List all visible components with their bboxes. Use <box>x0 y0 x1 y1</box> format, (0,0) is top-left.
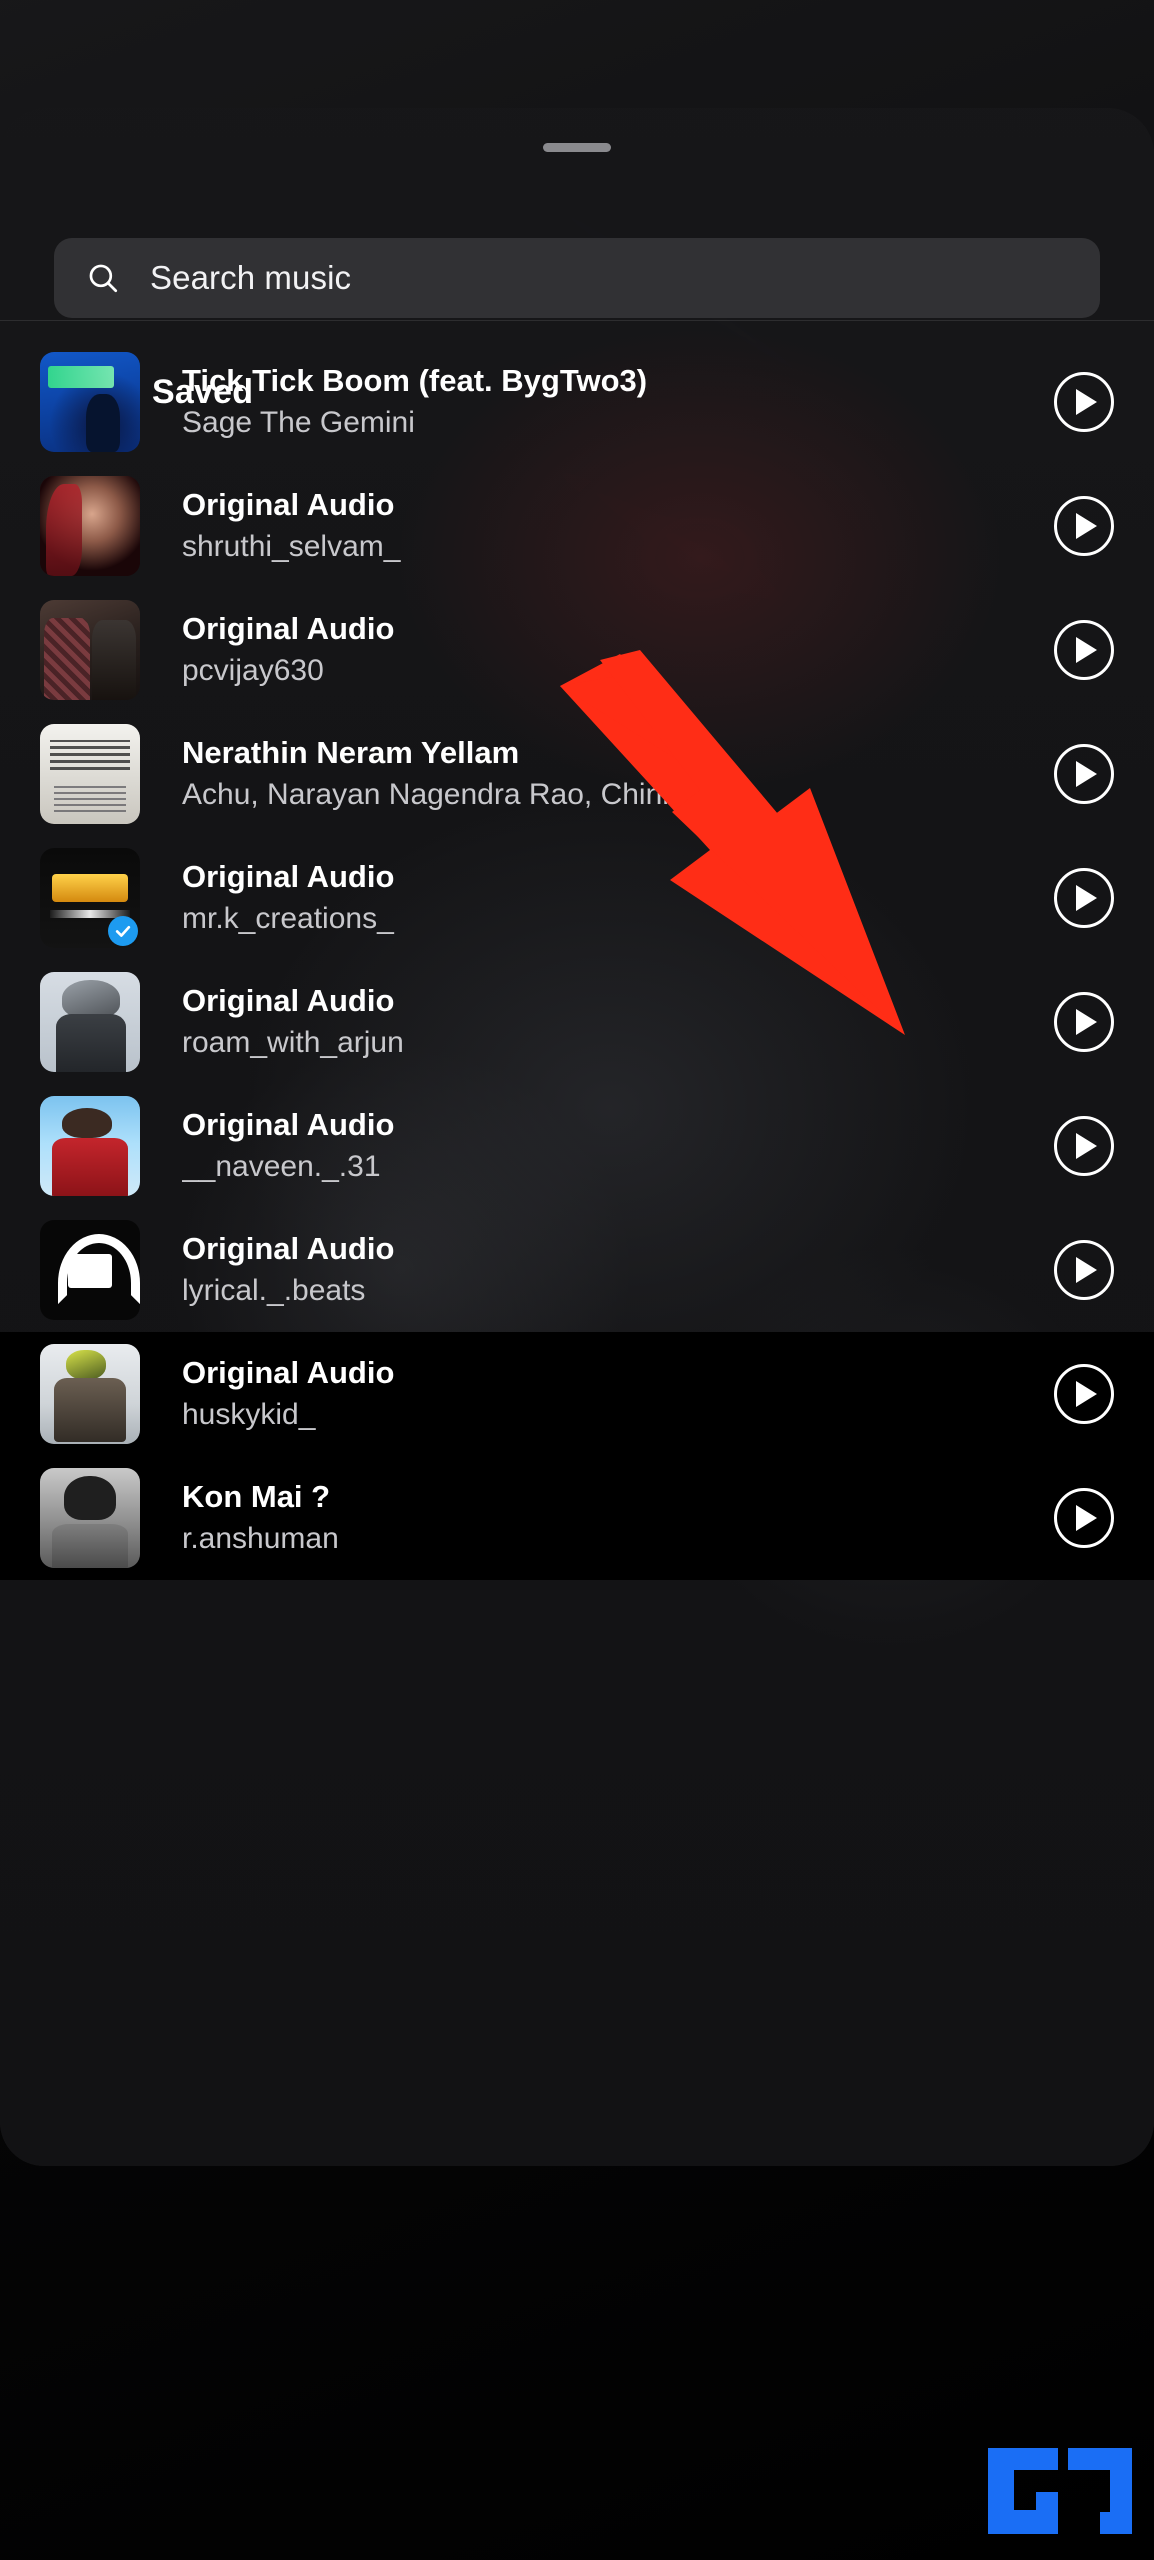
play-circle-icon[interactable] <box>1054 1240 1114 1300</box>
artwork-image <box>40 1096 140 1196</box>
track-title: Nerathin Neram Yellam <box>182 735 520 771</box>
track-artist: lyrical._.beats <box>182 1274 366 1308</box>
play-triangle-icon <box>1076 761 1097 787</box>
search-icon <box>86 261 120 295</box>
track-artwork <box>40 600 140 700</box>
track-row-4[interactable]: Original Audio mr.k_creations_ <box>0 836 1154 960</box>
track-row-8[interactable]: Original Audio huskykid_ <box>0 1332 1154 1456</box>
track-artwork <box>40 1096 140 1196</box>
play-triangle-icon <box>1076 637 1097 663</box>
track-title: Kon Mai ? <box>182 1479 331 1515</box>
artwork-image <box>40 972 140 1072</box>
play-circle-icon[interactable] <box>1054 620 1114 680</box>
saved-audio-list: Tick Tick Boom (feat. BygTwo3) Sage The … <box>0 340 1154 1580</box>
artwork-image <box>40 1468 140 1568</box>
track-artwork <box>40 1468 140 1568</box>
track-title: Original Audio <box>182 983 395 1019</box>
play-triangle-icon <box>1076 1505 1097 1531</box>
play-circle-icon[interactable] <box>1054 1364 1114 1424</box>
track-meta: Original Audio __naveen._.31 <box>182 1106 1054 1185</box>
track-meta: Tick Tick Boom (feat. BygTwo3) Sage The … <box>182 362 1054 441</box>
track-meta: Original Audio lyrical._.beats <box>182 1230 1054 1309</box>
track-artist: r.anshuman <box>182 1522 339 1556</box>
track-artwork <box>40 848 140 948</box>
track-title: Original Audio <box>182 1231 395 1267</box>
watermark-logo <box>988 2448 1132 2534</box>
track-meta: Kon Mai ? r.anshuman <box>182 1478 1054 1557</box>
play-circle-icon[interactable] <box>1054 496 1114 556</box>
play-triangle-icon <box>1076 1133 1097 1159</box>
play-circle-icon[interactable] <box>1054 744 1114 804</box>
track-row-0[interactable]: Tick Tick Boom (feat. BygTwo3) Sage The … <box>0 340 1154 464</box>
track-row-5[interactable]: Original Audio roam_with_arjun <box>0 960 1154 1084</box>
artwork-image <box>40 600 140 700</box>
track-artwork <box>40 476 140 576</box>
track-artwork <box>40 352 140 452</box>
track-artist: shruthi_selvam_ <box>182 530 401 564</box>
track-title: Original Audio <box>182 1107 395 1143</box>
play-triangle-icon <box>1076 1257 1097 1283</box>
play-triangle-icon <box>1076 389 1097 415</box>
track-row-3[interactable]: Nerathin Neram Yellam Achu, Narayan Nage… <box>0 712 1154 836</box>
artwork-image <box>40 1220 140 1320</box>
track-meta: Original Audio roam_with_arjun <box>182 982 1054 1061</box>
track-row-2[interactable]: Original Audio pcvijay630 <box>0 588 1154 712</box>
track-artist: Achu, Narayan Nagendra Rao, Chinmayi <box>182 778 726 812</box>
track-artwork <box>40 724 140 824</box>
track-artwork <box>40 1344 140 1444</box>
track-title: Original Audio <box>182 487 395 523</box>
play-circle-icon[interactable] <box>1054 1488 1114 1548</box>
track-row-1[interactable]: Original Audio shruthi_selvam_ <box>0 464 1154 588</box>
track-title: Tick Tick Boom (feat. BygTwo3) <box>182 363 648 399</box>
play-triangle-icon <box>1076 1009 1097 1035</box>
track-artist: pcvijay630 <box>182 654 324 688</box>
track-row-6[interactable]: Original Audio __naveen._.31 <box>0 1084 1154 1208</box>
search-music-bar[interactable]: Search music <box>54 238 1100 318</box>
artwork-image <box>40 476 140 576</box>
track-meta: Original Audio mr.k_creations_ <box>182 858 1054 937</box>
track-row-7[interactable]: Original Audio lyrical._.beats <box>0 1208 1154 1332</box>
artwork-image <box>40 352 140 452</box>
track-meta: Original Audio pcvijay630 <box>182 610 1054 689</box>
track-artist: Sage The Gemini <box>182 406 415 440</box>
artwork-image <box>40 724 140 824</box>
artwork-image <box>40 1344 140 1444</box>
play-circle-icon[interactable] <box>1054 372 1114 432</box>
track-title: Original Audio <box>182 859 395 895</box>
track-meta: Original Audio shruthi_selvam_ <box>182 486 1054 565</box>
track-title: Original Audio <box>182 611 395 647</box>
play-circle-icon[interactable] <box>1054 992 1114 1052</box>
play-triangle-icon <box>1076 1381 1097 1407</box>
track-title: Original Audio <box>182 1355 395 1391</box>
track-artist: roam_with_arjun <box>182 1026 404 1060</box>
play-triangle-icon <box>1076 885 1097 911</box>
track-artwork <box>40 972 140 1072</box>
play-circle-icon[interactable] <box>1054 868 1114 928</box>
verified-badge-icon <box>108 916 138 946</box>
screen: Search music Saved Tick Tick Boom (feat.… <box>0 0 1154 2560</box>
track-row-9[interactable]: Kon Mai ? r.anshuman <box>0 1456 1154 1580</box>
track-artist: huskykid_ <box>182 1398 316 1432</box>
search-input[interactable]: Search music <box>150 259 351 297</box>
track-artist: mr.k_creations_ <box>182 902 394 936</box>
sheet-drag-handle[interactable] <box>543 143 611 152</box>
header-divider <box>0 320 1154 321</box>
track-meta: Nerathin Neram Yellam Achu, Narayan Nage… <box>182 734 1054 813</box>
track-meta: Original Audio huskykid_ <box>182 1354 1054 1433</box>
track-artwork <box>40 1220 140 1320</box>
play-triangle-icon <box>1076 513 1097 539</box>
play-circle-icon[interactable] <box>1054 1116 1114 1176</box>
track-artist: __naveen._.31 <box>182 1150 381 1184</box>
